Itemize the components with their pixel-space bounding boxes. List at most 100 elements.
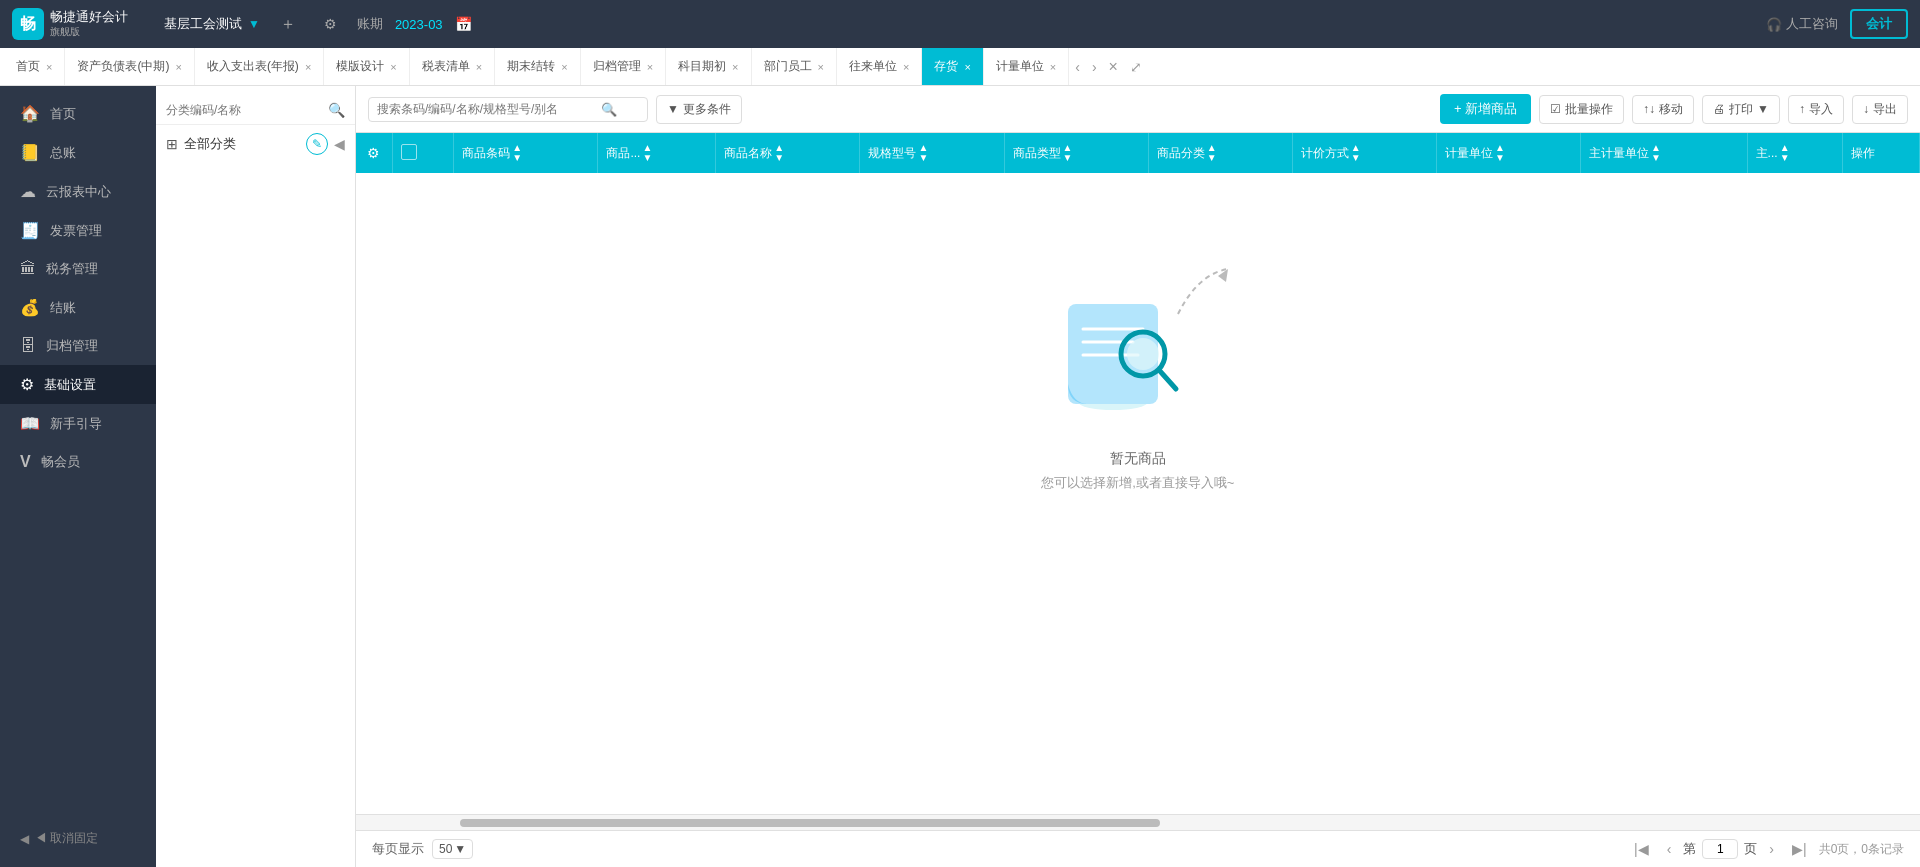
th-barcode[interactable]: 商品条码▲▼ bbox=[454, 133, 598, 173]
product-search-input[interactable] bbox=[377, 102, 597, 116]
tab-tax-close[interactable]: × bbox=[476, 61, 482, 73]
batch-operation-button[interactable]: ☑ 批量操作 bbox=[1539, 95, 1624, 124]
header-settings-button[interactable]: ⚙ bbox=[316, 12, 345, 36]
filter-button[interactable]: ▼ 更多条件 bbox=[656, 95, 742, 124]
all-categories-item[interactable]: ⊞ 全部分类 ✎ ◀ bbox=[156, 125, 355, 163]
sidebar-item-invoice[interactable]: 🧾 发票管理 bbox=[0, 211, 156, 250]
page-number-input[interactable] bbox=[1702, 839, 1738, 859]
page-last-button[interactable]: ▶| bbox=[1786, 839, 1813, 859]
sidebar-item-member[interactable]: V 畅会员 bbox=[0, 443, 156, 481]
sidebar-unpin-button[interactable]: ◀ ◀ 取消固定 bbox=[0, 818, 156, 859]
company-selector[interactable]: 基层工会测试 ▼ bbox=[164, 15, 260, 33]
tab-supplier[interactable]: 往来单位 × bbox=[837, 48, 922, 86]
sidebar-item-home[interactable]: 🏠 首页 bbox=[0, 94, 156, 133]
category-collapse-button[interactable]: ◀ bbox=[334, 136, 345, 152]
th-checkbox[interactable] bbox=[392, 133, 454, 173]
tab-dept-close[interactable]: × bbox=[818, 61, 824, 73]
tab-expand-button[interactable]: ⤢ bbox=[1124, 48, 1148, 86]
tab-template-close[interactable]: × bbox=[390, 61, 396, 73]
header-add-button[interactable]: ＋ bbox=[272, 10, 304, 39]
tab-period-end-close[interactable]: × bbox=[561, 61, 567, 73]
page-next-button[interactable]: › bbox=[1763, 839, 1780, 859]
sidebar-item-settings[interactable]: ⚙ 基础设置 bbox=[0, 365, 156, 404]
tab-balance-sheet[interactable]: 资产负债表(中期) × bbox=[65, 48, 194, 86]
service-button[interactable]: 🎧 人工咨询 bbox=[1766, 15, 1838, 33]
page-prev-button[interactable]: ‹ bbox=[1661, 839, 1678, 859]
tab-archive-close[interactable]: × bbox=[647, 61, 653, 73]
tab-dept-label: 部门员工 bbox=[764, 58, 812, 75]
product-table-container: ⚙ 商品条码▲▼ 商品...▲▼ 商品名称▲▼ bbox=[356, 133, 1920, 814]
sort-name-icon[interactable]: ▲▼ bbox=[774, 143, 784, 163]
th-main2[interactable]: 主...▲▼ bbox=[1747, 133, 1842, 173]
tab-next-button[interactable]: › bbox=[1086, 48, 1103, 86]
invoice-icon: 🧾 bbox=[20, 221, 40, 240]
sort-price-icon[interactable]: ▲▼ bbox=[1351, 143, 1361, 163]
tab-inventory[interactable]: 存货 × bbox=[922, 48, 983, 86]
unpin-icon: ◀ bbox=[20, 832, 29, 846]
tab-close-all-button[interactable]: × bbox=[1103, 48, 1124, 86]
guide-icon: 📖 bbox=[20, 414, 40, 433]
th-settings[interactable]: ⚙ bbox=[356, 133, 392, 173]
th-spec[interactable]: 规格型号▲▼ bbox=[860, 133, 1004, 173]
tab-period-end[interactable]: 期末结转 × bbox=[495, 48, 580, 86]
sidebar-item-ledger[interactable]: 📒 总账 bbox=[0, 133, 156, 172]
app-sub: 旗舰版 bbox=[50, 25, 128, 39]
tab-inventory-close[interactable]: × bbox=[964, 61, 970, 73]
th-unit[interactable]: 计量单位▲▼ bbox=[1436, 133, 1580, 173]
tab-archive[interactable]: 归档管理 × bbox=[581, 48, 666, 86]
product-search-icon[interactable]: 🔍 bbox=[601, 102, 617, 117]
sort-category-icon[interactable]: ▲▼ bbox=[1207, 143, 1217, 163]
category-search-input[interactable] bbox=[166, 103, 322, 117]
tab-income-close[interactable]: × bbox=[305, 61, 311, 73]
tab-home-close[interactable]: × bbox=[46, 61, 52, 73]
tab-unit[interactable]: 计量单位 × bbox=[984, 48, 1069, 86]
tab-unit-close[interactable]: × bbox=[1050, 61, 1056, 73]
inner-layout: 🔍 ⊞ 全部分类 ✎ ◀ 🔍 ▼ bbox=[156, 86, 1920, 867]
th-main-unit[interactable]: 主计量单位▲▼ bbox=[1581, 133, 1748, 173]
gear-icon: ⚙ bbox=[367, 145, 380, 161]
settings-icon: ⚙ bbox=[20, 375, 34, 394]
add-product-button[interactable]: + 新增商品 bbox=[1440, 94, 1531, 124]
scroll-thumb[interactable] bbox=[460, 819, 1160, 827]
th-name[interactable]: 商品名称▲▼ bbox=[716, 133, 860, 173]
th-category[interactable]: 商品分类▲▼ bbox=[1148, 133, 1292, 173]
sort-barcode-icon[interactable]: ▲▼ bbox=[512, 143, 522, 163]
sort-main-unit-icon[interactable]: ▲▼ bbox=[1651, 143, 1661, 163]
per-page-select[interactable]: 50 ▼ bbox=[432, 839, 473, 859]
sidebar-item-cloud[interactable]: ☁ 云报表中心 bbox=[0, 172, 156, 211]
sidebar-item-archive[interactable]: 🗄 归档管理 bbox=[0, 327, 156, 365]
sort-code-icon[interactable]: ▲▼ bbox=[642, 143, 652, 163]
sort-main2-icon[interactable]: ▲▼ bbox=[1780, 143, 1790, 163]
calendar-icon[interactable]: 📅 bbox=[455, 16, 472, 32]
sort-unit-icon[interactable]: ▲▼ bbox=[1495, 143, 1505, 163]
account-button[interactable]: 会计 bbox=[1850, 9, 1908, 39]
tab-subject[interactable]: 科目期初 × bbox=[666, 48, 751, 86]
th-code[interactable]: 商品...▲▼ bbox=[598, 133, 716, 173]
tab-supplier-close[interactable]: × bbox=[903, 61, 909, 73]
select-all-checkbox[interactable] bbox=[401, 144, 417, 160]
page-first-button[interactable]: |◀ bbox=[1628, 839, 1655, 859]
export-button[interactable]: ↓ 导出 bbox=[1852, 95, 1908, 124]
tab-prev-button[interactable]: ‹ bbox=[1069, 48, 1086, 86]
sidebar-item-settle[interactable]: 💰 结账 bbox=[0, 288, 156, 327]
sidebar-item-tax[interactable]: 🏛 税务管理 bbox=[0, 250, 156, 288]
sidebar-item-guide[interactable]: 📖 新手引导 bbox=[0, 404, 156, 443]
move-button[interactable]: ↑↓ 移动 bbox=[1632, 95, 1694, 124]
horizontal-scrollbar[interactable] bbox=[356, 814, 1920, 830]
sort-spec-icon[interactable]: ▲▼ bbox=[918, 143, 928, 163]
tab-balance-close[interactable]: × bbox=[175, 61, 181, 73]
tab-dept[interactable]: 部门员工 × bbox=[752, 48, 837, 86]
tab-income[interactable]: 收入支出表(年报) × bbox=[195, 48, 324, 86]
tab-home[interactable]: 首页 × bbox=[4, 48, 65, 86]
th-type[interactable]: 商品类型▲▼ bbox=[1004, 133, 1148, 173]
tab-tax[interactable]: 税表清单 × bbox=[410, 48, 495, 86]
category-search-icon[interactable]: 🔍 bbox=[328, 102, 345, 118]
pagination-bar: 每页显示 50 ▼ |◀ ‹ 第 页 › ▶| 共0页，0条记录 bbox=[356, 830, 1920, 867]
print-button[interactable]: 🖨 打印 ▼ bbox=[1702, 95, 1780, 124]
category-edit-button[interactable]: ✎ bbox=[306, 133, 328, 155]
th-price-method[interactable]: 计价方式▲▼ bbox=[1292, 133, 1436, 173]
import-button[interactable]: ↑ 导入 bbox=[1788, 95, 1844, 124]
sort-type-icon[interactable]: ▲▼ bbox=[1063, 143, 1073, 163]
tab-subject-close[interactable]: × bbox=[732, 61, 738, 73]
tab-template[interactable]: 模版设计 × bbox=[324, 48, 409, 86]
